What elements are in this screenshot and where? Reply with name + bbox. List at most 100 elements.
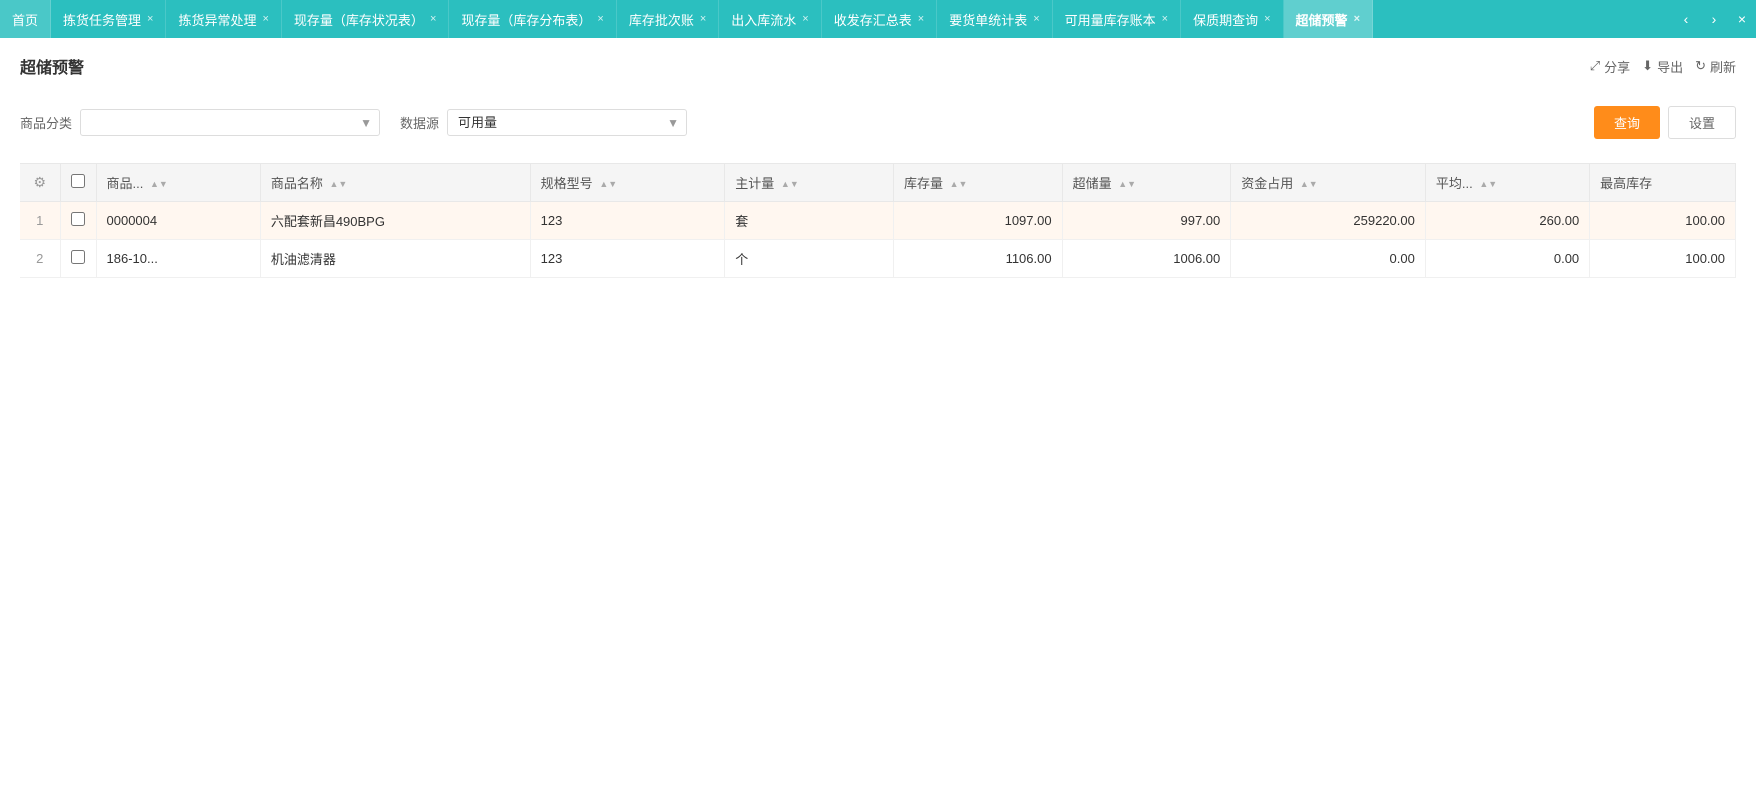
nav-task-mgmt[interactable]: 拣货任务管理 ×: [51, 0, 166, 38]
col-header-settings: ⚙: [20, 164, 60, 202]
datasource-filter-group: 数据源 可用量 ▼: [400, 109, 687, 136]
table-body: 1 0000004 六配套新昌490BPG 123 套 1097.00 997.…: [20, 202, 1736, 278]
row-num: 1: [20, 202, 60, 240]
nav-next-button[interactable]: ›: [1700, 0, 1728, 38]
nav-prev-button[interactable]: ‹: [1672, 0, 1700, 38]
cell-max-stock: 100.00: [1590, 202, 1736, 240]
nav-order-stats[interactable]: 要货单统计表 ×: [937, 0, 1052, 38]
export-icon: ⬇: [1642, 58, 1653, 74]
cell-overstock: 997.00: [1062, 202, 1231, 240]
close-icon[interactable]: ×: [147, 13, 153, 25]
settings-button[interactable]: 设置: [1668, 106, 1736, 139]
nav-arrows: ‹ › ×: [1672, 0, 1756, 38]
sort-icon[interactable]: ▲▼: [150, 180, 168, 189]
refresh-icon: ↻: [1695, 58, 1706, 74]
close-icon[interactable]: ×: [1162, 13, 1168, 25]
nav-expiry[interactable]: 保质期查询 ×: [1181, 0, 1283, 38]
close-icon[interactable]: ×: [1354, 13, 1360, 25]
sort-icon[interactable]: ▲▼: [329, 180, 347, 189]
cell-spec: 123: [530, 240, 725, 278]
sort-icon[interactable]: ▲▼: [1300, 180, 1318, 189]
cell-max-stock: 100.00: [1590, 240, 1736, 278]
col-header-avg: 平均... ▲▼: [1425, 164, 1589, 202]
sort-icon[interactable]: ▲▼: [599, 180, 617, 189]
col-header-max-stock: 最高库存: [1590, 164, 1736, 202]
col-header-spec: 规格型号 ▲▼: [530, 164, 725, 202]
sort-icon[interactable]: ▲▼: [781, 180, 799, 189]
close-icon[interactable]: ×: [597, 13, 603, 25]
cell-unit: 个: [725, 240, 894, 278]
nav-inout-flow[interactable]: 出入库流水 ×: [719, 0, 821, 38]
close-icon[interactable]: ×: [1033, 13, 1039, 25]
datasource-select[interactable]: 可用量: [447, 109, 687, 136]
nav-overstock[interactable]: 超储预警 ×: [1284, 0, 1373, 38]
table-row: 2 186-10... 机油滤清器 123 个 1106.00 1006.00 …: [20, 240, 1736, 278]
col-header-product-name: 商品名称 ▲▼: [260, 164, 530, 202]
sort-icon[interactable]: ▲▼: [1479, 180, 1497, 189]
share-icon: ⤢: [1590, 58, 1600, 74]
nav-batch[interactable]: 库存批次账 ×: [617, 0, 719, 38]
nav-stock-dist[interactable]: 现存量（库存分布表） ×: [449, 0, 616, 38]
share-button[interactable]: ⤢ 分享: [1590, 57, 1630, 76]
close-icon[interactable]: ×: [262, 13, 268, 25]
category-filter-group: 商品分类 ▼: [20, 109, 380, 136]
row-num: 2: [20, 240, 60, 278]
header-actions: ⤢ 分享 ⬇ 导出 ↻ 刷新: [1590, 57, 1736, 76]
refresh-button[interactable]: ↻ 刷新: [1695, 57, 1736, 76]
query-button[interactable]: 查询: [1594, 106, 1660, 139]
row-check-cell: [60, 240, 96, 278]
sort-icon[interactable]: ▲▼: [950, 180, 968, 189]
cell-capital: 259220.00: [1231, 202, 1426, 240]
table-header-row: ⚙ 商品... ▲▼ 商品名称 ▲▼ 规格型号 ▲▼ 主计: [20, 164, 1736, 202]
cell-overstock: 1006.00: [1062, 240, 1231, 278]
filter-bar: 商品分类 ▼ 数据源 可用量 ▼ 查询 设置: [20, 94, 1736, 151]
page-title: 超储预警: [20, 54, 84, 78]
gear-icon[interactable]: ⚙: [33, 174, 46, 190]
select-all-checkbox[interactable]: [71, 174, 85, 188]
nav-exception[interactable]: 拣货异常处理 ×: [166, 0, 281, 38]
export-button[interactable]: ⬇ 导出: [1642, 57, 1683, 76]
row-checkbox[interactable]: [71, 212, 85, 226]
nav-stock-status[interactable]: 现存量（库存状况表） ×: [282, 0, 449, 38]
page-header: 超储预警 ⤢ 分享 ⬇ 导出 ↻ 刷新: [20, 54, 1736, 78]
close-icon[interactable]: ×: [1264, 13, 1270, 25]
data-table: ⚙ 商品... ▲▼ 商品名称 ▲▼ 规格型号 ▲▼ 主计: [20, 163, 1736, 278]
col-header-unit: 主计量 ▲▼: [725, 164, 894, 202]
category-label: 商品分类: [20, 113, 72, 132]
cell-stock: 1106.00: [893, 240, 1062, 278]
nav-available-stock[interactable]: 可用量库存账本 ×: [1053, 0, 1181, 38]
nav-home[interactable]: 首页: [0, 0, 51, 38]
filter-actions: 查询 设置: [1594, 106, 1736, 139]
datasource-label: 数据源: [400, 113, 439, 132]
cell-spec: 123: [530, 202, 725, 240]
col-header-capital: 资金占用 ▲▼: [1231, 164, 1426, 202]
nav-bar: 首页 拣货任务管理 × 拣货异常处理 × 现存量（库存状况表） × 现存量（库存…: [0, 0, 1756, 38]
close-icon[interactable]: ×: [918, 13, 924, 25]
close-icon[interactable]: ×: [802, 13, 808, 25]
cell-capital: 0.00: [1231, 240, 1426, 278]
table-row: 1 0000004 六配套新昌490BPG 123 套 1097.00 997.…: [20, 202, 1736, 240]
cell-product-name: 机油滤清器: [260, 240, 530, 278]
cell-stock: 1097.00: [893, 202, 1062, 240]
cell-avg: 0.00: [1425, 240, 1589, 278]
category-select-wrapper: ▼: [80, 109, 380, 136]
cell-product-code: 0000004: [96, 202, 260, 240]
page-content: 超储预警 ⤢ 分享 ⬇ 导出 ↻ 刷新 商品分类 ▼: [0, 38, 1756, 800]
cell-unit: 套: [725, 202, 894, 240]
col-header-product-code: 商品... ▲▼: [96, 164, 260, 202]
cell-product-code: 186-10...: [96, 240, 260, 278]
close-icon[interactable]: ×: [700, 13, 706, 25]
row-check-cell: [60, 202, 96, 240]
nav-summary[interactable]: 收发存汇总表 ×: [822, 0, 937, 38]
sort-icon[interactable]: ▲▼: [1118, 180, 1136, 189]
category-select[interactable]: [80, 109, 380, 136]
nav-close-all-button[interactable]: ×: [1728, 0, 1756, 38]
col-header-overstock: 超储量 ▲▼: [1062, 164, 1231, 202]
datasource-select-wrapper: 可用量 ▼: [447, 109, 687, 136]
cell-product-name: 六配套新昌490BPG: [260, 202, 530, 240]
col-header-stock: 库存量 ▲▼: [893, 164, 1062, 202]
row-checkbox[interactable]: [71, 250, 85, 264]
col-header-check: [60, 164, 96, 202]
close-icon[interactable]: ×: [430, 13, 436, 25]
cell-avg: 260.00: [1425, 202, 1589, 240]
